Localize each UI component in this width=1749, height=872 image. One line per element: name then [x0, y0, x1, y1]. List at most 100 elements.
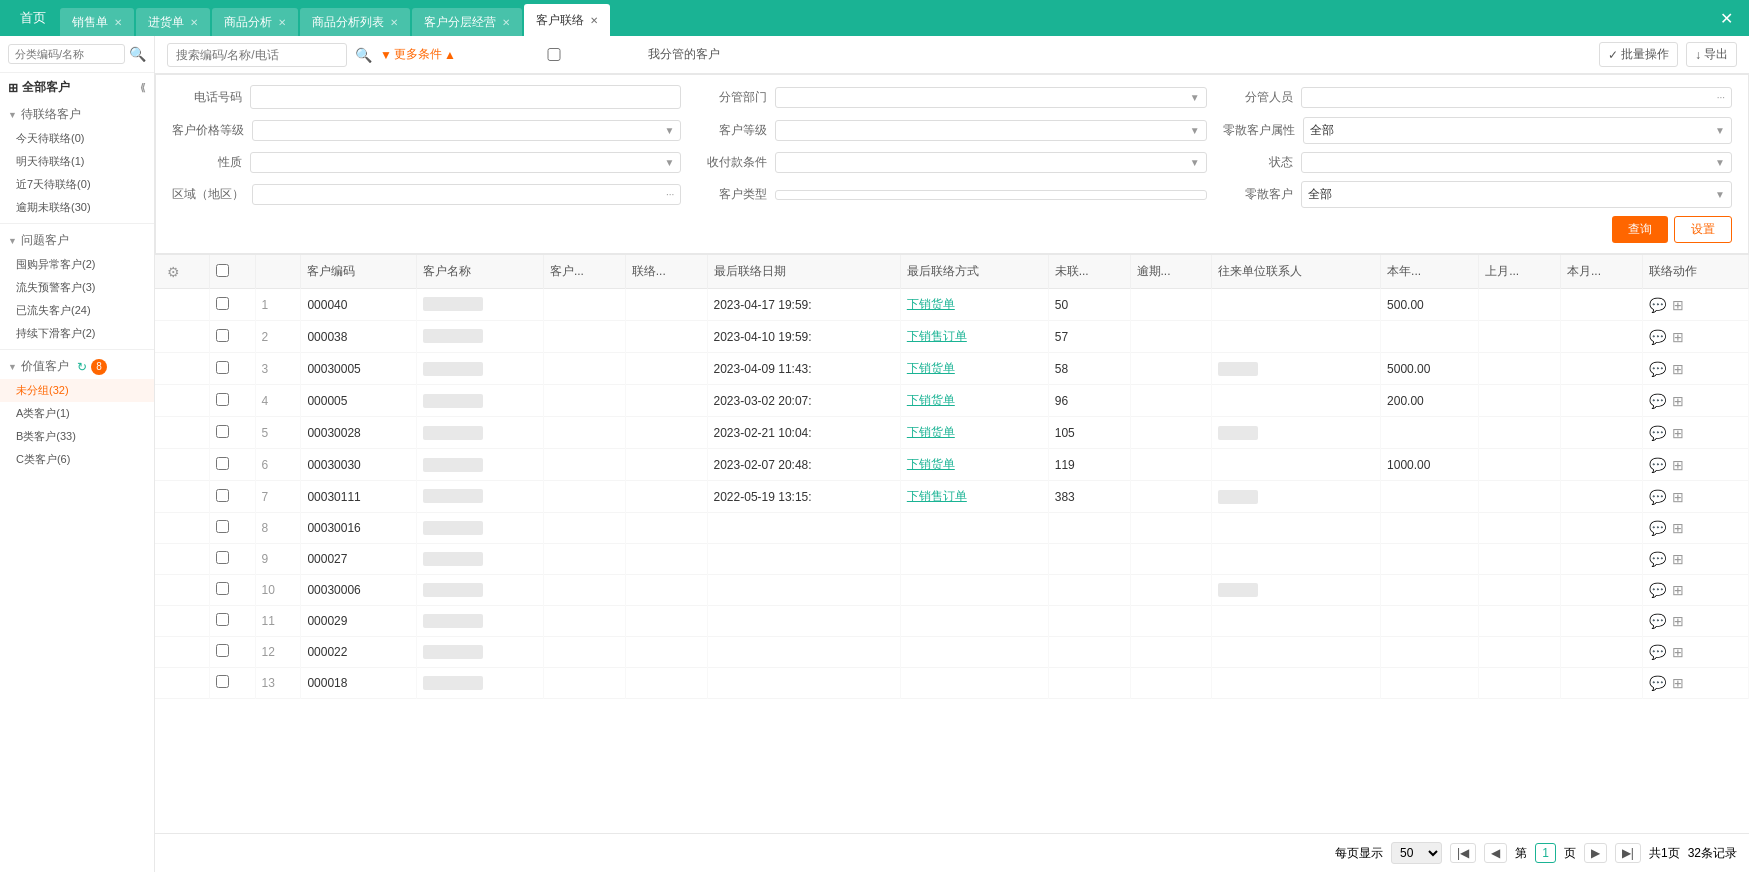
close-customer-contact-tab[interactable]: ✕ [590, 15, 598, 26]
row-checkbox[interactable] [216, 675, 229, 688]
grid-action-icon[interactable]: ⊞ [1672, 489, 1684, 505]
chat-icon[interactable]: 💬 [1649, 675, 1666, 691]
settings-icon[interactable]: ⚙ [167, 264, 180, 280]
chat-icon[interactable]: 💬 [1649, 457, 1666, 473]
close-customer-segment-tab[interactable]: ✕ [502, 17, 510, 28]
nav-tab-sales[interactable]: 销售单 ✕ [60, 8, 134, 36]
contact-method-link[interactable]: 下销货单 [907, 425, 955, 439]
th-no-contact[interactable]: 未联... [1048, 255, 1130, 289]
grid-action-icon[interactable]: ⊞ [1672, 582, 1684, 598]
row-checkbox[interactable] [216, 425, 229, 438]
search-input[interactable] [167, 43, 347, 67]
chat-icon[interactable]: 💬 [1649, 361, 1666, 377]
all-customers-header[interactable]: ⊞ 全部客户 ⟪ [0, 73, 154, 102]
contact-method-link[interactable]: 下销售订单 [907, 329, 967, 343]
first-page-btn[interactable]: |◀ [1450, 843, 1476, 863]
refresh-icon[interactable]: ↻ [77, 360, 87, 374]
region-select[interactable]: ··· [252, 184, 681, 205]
close-purchase-tab[interactable]: ✕ [190, 17, 198, 28]
problem-group-label[interactable]: ▼ 问题客户 [0, 228, 154, 253]
row-checkbox[interactable] [216, 297, 229, 310]
row-checkbox[interactable] [216, 613, 229, 626]
chat-icon[interactable]: 💬 [1649, 644, 1666, 660]
grid-action-icon[interactable]: ⊞ [1672, 329, 1684, 345]
nav-tab-purchase[interactable]: 进货单 ✕ [136, 8, 210, 36]
current-page[interactable]: 1 [1535, 843, 1556, 863]
th-overdue[interactable]: 逾期... [1130, 255, 1212, 289]
th-name[interactable]: 客户名称 [416, 255, 543, 289]
close-all-btn[interactable]: ✕ [1712, 9, 1741, 28]
sidebar-search-icon[interactable]: 🔍 [129, 46, 146, 62]
prev-page-btn[interactable]: ◀ [1484, 843, 1507, 863]
contact-method-link[interactable]: 下销货单 [907, 393, 955, 407]
chat-icon[interactable]: 💬 [1649, 582, 1666, 598]
chat-icon[interactable]: 💬 [1649, 613, 1666, 629]
th-this-month[interactable]: 本月... [1560, 255, 1642, 289]
nav-tab-product-list[interactable]: 商品分析列表 ✕ [300, 8, 410, 36]
row-checkbox[interactable] [216, 520, 229, 533]
chat-icon[interactable]: 💬 [1649, 489, 1666, 505]
th-contact[interactable]: 联络... [625, 255, 707, 289]
grid-action-icon[interactable]: ⊞ [1672, 644, 1684, 660]
row-checkbox[interactable] [216, 644, 229, 657]
last-page-btn[interactable]: ▶| [1615, 843, 1641, 863]
sidebar-item-declining[interactable]: 持续下滑客户(2) [0, 322, 154, 345]
contact-method-link[interactable]: 下销货单 [907, 361, 955, 375]
gender-select[interactable]: ▼ [250, 152, 681, 173]
th-unit-contact[interactable]: 往来单位联系人 [1212, 255, 1381, 289]
nav-tab-customer-segment[interactable]: 客户分层经营 ✕ [412, 8, 522, 36]
th-last-contact-date[interactable]: 最后联络日期 [707, 255, 900, 289]
sidebar-item-class-c[interactable]: C类客户(6) [0, 448, 154, 471]
contact-method-link[interactable]: 下销售订单 [907, 489, 967, 503]
per-page-select[interactable]: 50 20 100 [1391, 842, 1442, 864]
more-conditions-btn[interactable]: ▼ 更多条件 ▲ [380, 46, 456, 63]
row-checkbox[interactable] [216, 457, 229, 470]
select-all-checkbox[interactable] [216, 264, 229, 277]
query-btn[interactable]: 查询 [1612, 216, 1668, 243]
status-select[interactable]: ▼ [1301, 152, 1732, 173]
close-product-list-tab[interactable]: ✕ [390, 17, 398, 28]
th-code[interactable]: 客户编码 [301, 255, 417, 289]
my-customers-checkbox[interactable] [464, 48, 644, 61]
customer-type-select[interactable] [775, 190, 1206, 200]
chat-icon[interactable]: 💬 [1649, 551, 1666, 567]
next-page-btn[interactable]: ▶ [1584, 843, 1607, 863]
sidebar-search-input[interactable] [8, 44, 125, 64]
row-checkbox[interactable] [216, 551, 229, 564]
customer-level-select[interactable]: ▼ [775, 120, 1206, 141]
sidebar-item-overdue[interactable]: 逾期未联络(30) [0, 196, 154, 219]
price-level-select[interactable]: ▼ [252, 120, 681, 141]
grid-action-icon[interactable]: ⊞ [1672, 425, 1684, 441]
nav-tab-customer-contact[interactable]: 客户联络 ✕ [524, 4, 610, 36]
my-customers-checkbox-area[interactable]: 我分管的客户 [464, 46, 720, 63]
phone-input[interactable] [250, 85, 681, 109]
th-last-contact-method[interactable]: 最后联络方式 [900, 255, 1048, 289]
close-sales-tab[interactable]: ✕ [114, 17, 122, 28]
chat-icon[interactable]: 💬 [1649, 297, 1666, 313]
row-checkbox[interactable] [216, 393, 229, 406]
grid-action-icon[interactable]: ⊞ [1672, 520, 1684, 536]
th-type[interactable]: 客户... [543, 255, 625, 289]
row-checkbox[interactable] [216, 489, 229, 502]
grid-action-icon[interactable]: ⊞ [1672, 675, 1684, 691]
batch-operations-btn[interactable]: ✓ 批量操作 [1599, 42, 1678, 67]
row-checkbox[interactable] [216, 582, 229, 595]
pending-group-label[interactable]: ▼ 待联络客户 [0, 102, 154, 127]
sidebar-item-tomorrow[interactable]: 明天待联络(1) [0, 150, 154, 173]
grid-action-icon[interactable]: ⊞ [1672, 297, 1684, 313]
sidebar-item-churned[interactable]: 已流失客户(24) [0, 299, 154, 322]
nav-tab-product-analysis[interactable]: 商品分析 ✕ [212, 8, 298, 36]
value-group-label[interactable]: ▼ 价值客户 ↻ 8 [0, 354, 154, 379]
contact-method-link[interactable]: 下销货单 [907, 297, 955, 311]
contact-method-link[interactable]: 下销货单 [907, 457, 955, 471]
collapse-icon[interactable]: ⟪ [140, 82, 146, 93]
nav-home[interactable]: 首页 [8, 0, 58, 36]
close-product-analysis-tab[interactable]: ✕ [278, 17, 286, 28]
row-checkbox[interactable] [216, 361, 229, 374]
grid-action-icon[interactable]: ⊞ [1672, 393, 1684, 409]
sidebar-item-churn-warning[interactable]: 流失预警客户(3) [0, 276, 154, 299]
filter-search-icon[interactable]: 🔍 [355, 47, 372, 63]
reset-btn[interactable]: 设置 [1674, 216, 1732, 243]
manager-select[interactable]: ··· [1301, 87, 1732, 108]
dept-select[interactable]: ▼ [775, 87, 1206, 108]
